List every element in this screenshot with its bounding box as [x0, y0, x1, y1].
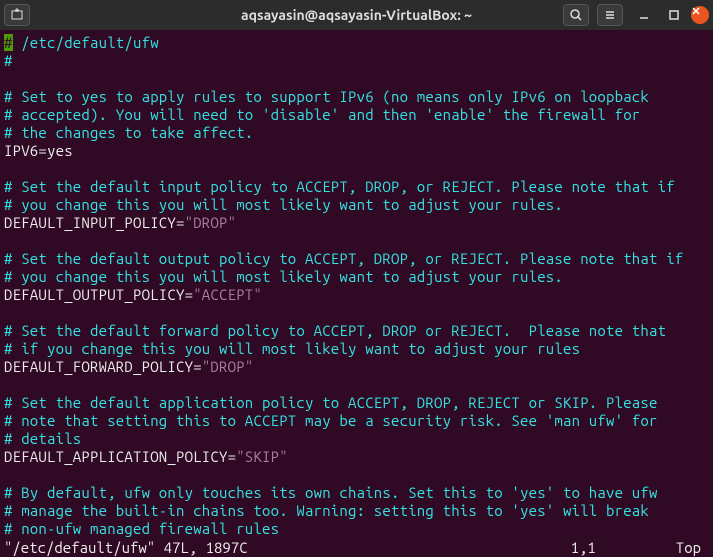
close-button[interactable] — [691, 6, 709, 24]
status-scroll: Top — [676, 539, 701, 557]
status-file: "/etc/default/ufw" 47L, 1897C — [4, 539, 248, 557]
editor-line: # you change this you will most likely w… — [4, 196, 709, 214]
editor-line: # you change this you will most likely w… — [4, 268, 709, 286]
window-title: aqsayasin@aqsayasin-VirtualBox: ~ — [241, 7, 472, 23]
editor-line: # non-ufw managed firewall rules — [4, 520, 709, 538]
editor-line: DEFAULT_INPUT_POLICY="DROP" — [4, 214, 709, 232]
status-position: 1,1 — [571, 539, 596, 557]
editor-line — [4, 376, 709, 394]
editor-line: # manage the built-in chains too. Warnin… — [4, 502, 709, 520]
minimize-button[interactable] — [631, 4, 657, 26]
editor-line: # if you change this you will most likel… — [4, 340, 709, 358]
editor-line — [4, 466, 709, 484]
vim-status-line: "/etc/default/ufw" 47L, 1897C 1,1 Top — [0, 539, 713, 557]
editor-line: # accepted). You will need to 'disable' … — [4, 106, 709, 124]
titlebar-right — [563, 4, 709, 26]
editor-line: # By default, ufw only touches its own c… — [4, 484, 709, 502]
editor-line — [4, 232, 709, 250]
editor-line: # Set to yes to apply rules to support I… — [4, 88, 709, 106]
editor-line — [4, 160, 709, 178]
editor-line: # Set the default application policy to … — [4, 394, 709, 412]
window-titlebar: aqsayasin@aqsayasin-VirtualBox: ~ — [0, 0, 713, 30]
editor-line: DEFAULT_APPLICATION_POLICY="SKIP" — [4, 448, 709, 466]
editor-line: # Set the default output policy to ACCEP… — [4, 250, 709, 268]
menu-button[interactable] — [597, 4, 623, 26]
editor-line: # Set the default forward policy to ACCE… — [4, 322, 709, 340]
editor-line — [4, 304, 709, 322]
editor-line: DEFAULT_OUTPUT_POLICY="ACCEPT" — [4, 286, 709, 304]
editor-line: # details — [4, 430, 709, 448]
titlebar-left — [4, 4, 34, 26]
editor-line — [4, 70, 709, 88]
editor-line: # /etc/default/ufw — [4, 34, 709, 52]
editor-line: DEFAULT_FORWARD_POLICY="DROP" — [4, 358, 709, 376]
editor-line: # Set the default input policy to ACCEPT… — [4, 178, 709, 196]
editor-line: # — [4, 52, 709, 70]
maximize-button[interactable] — [661, 4, 687, 26]
editor-line: IPV6=yes — [4, 142, 709, 160]
search-button[interactable] — [563, 4, 589, 26]
new-tab-button[interactable] — [4, 4, 30, 26]
editor-line: # the changes to take affect. — [4, 124, 709, 142]
editor-line: # note that setting this to ACCEPT may b… — [4, 412, 709, 430]
terminal-content[interactable]: # /etc/default/ufw# # Set to yes to appl… — [0, 30, 713, 542]
